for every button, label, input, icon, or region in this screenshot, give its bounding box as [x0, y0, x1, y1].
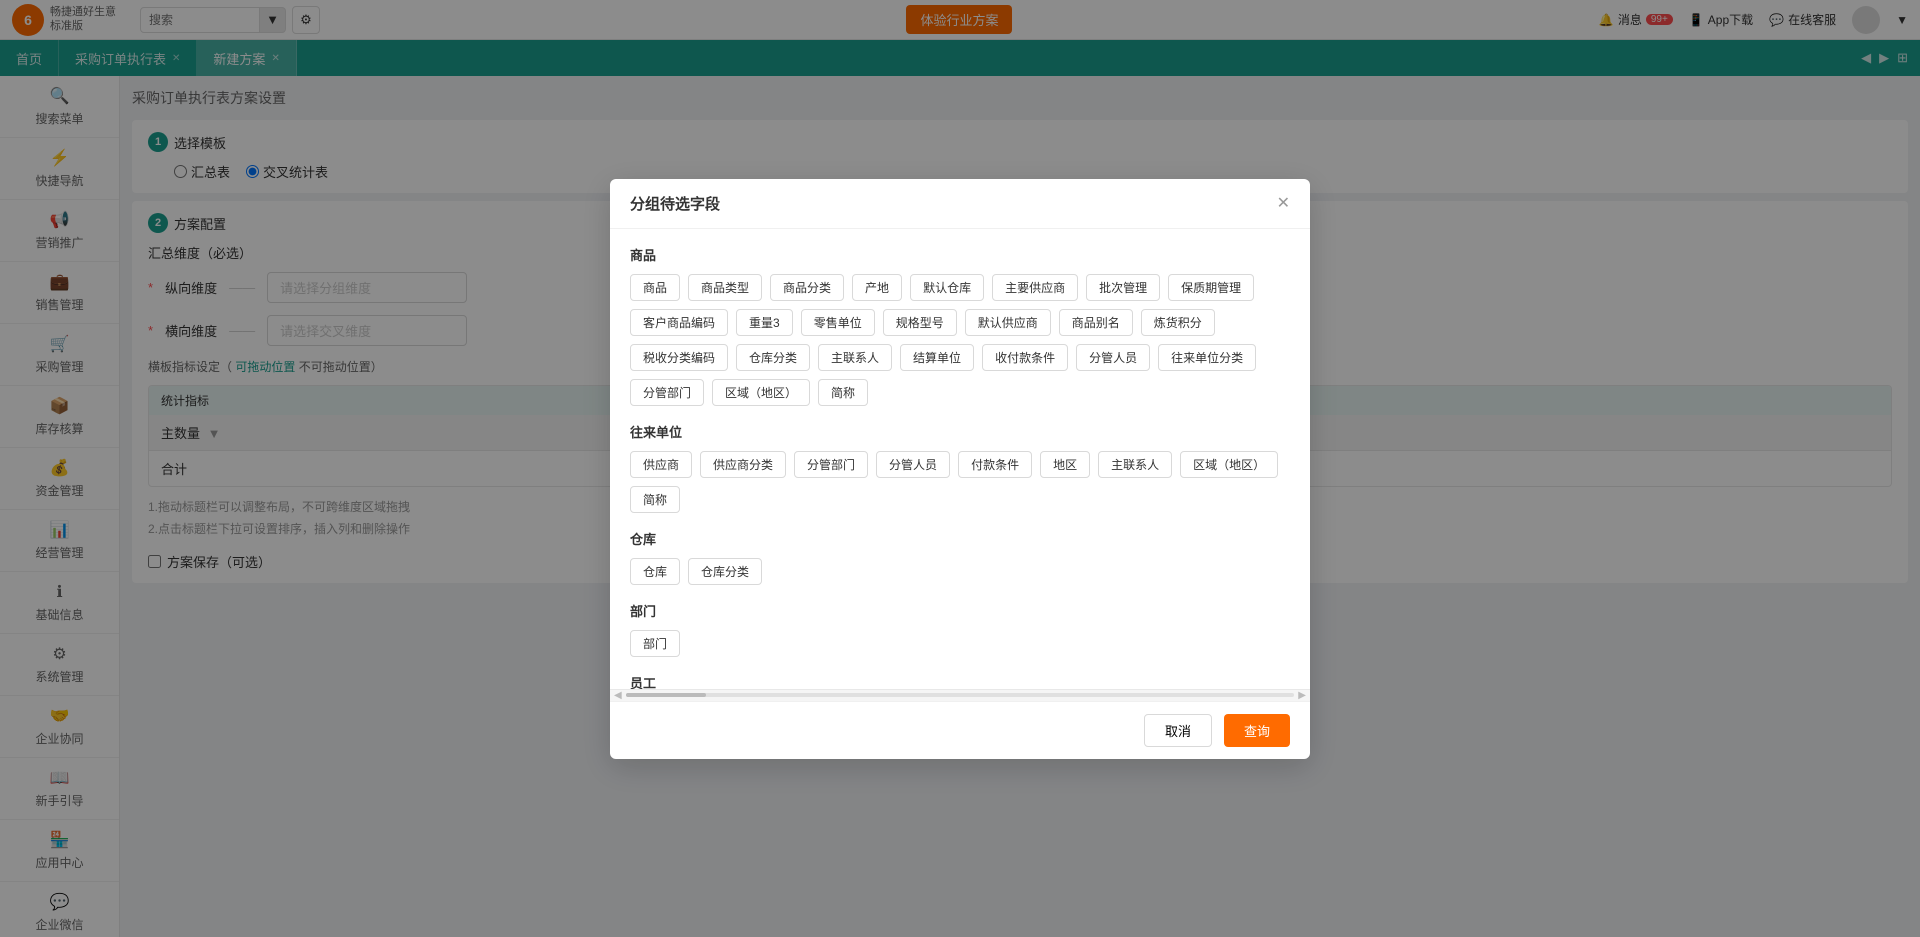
- field-tag[interactable]: 批次管理: [1086, 274, 1160, 301]
- dialog-footer: 取消 查询: [610, 701, 1310, 759]
- dialog-overlay: 分组待选字段 ✕ 商品商品商品类型商品分类产地默认仓库主要供应商批次管理保质期管…: [0, 0, 1920, 937]
- field-tag[interactable]: 供应商分类: [700, 451, 786, 478]
- field-tag[interactable]: 客户商品编码: [630, 309, 728, 336]
- field-tag[interactable]: 默认供应商: [965, 309, 1051, 336]
- field-section-title: 往来单位: [630, 422, 1290, 441]
- field-tag[interactable]: 结算单位: [900, 344, 974, 371]
- field-tag[interactable]: 重量3: [736, 309, 793, 336]
- field-tag[interactable]: 税收分类编码: [630, 344, 728, 371]
- field-tag[interactable]: 分管人员: [1076, 344, 1150, 371]
- field-tag[interactable]: 简称: [818, 379, 868, 406]
- field-tag[interactable]: 零售单位: [801, 309, 875, 336]
- field-tag[interactable]: 产地: [852, 274, 902, 301]
- field-tag[interactable]: 商品分类: [770, 274, 844, 301]
- field-tags: 供应商供应商分类分管部门分管人员付款条件地区主联系人区域（地区） 简称: [630, 451, 1290, 513]
- field-tag[interactable]: 主要供应商: [992, 274, 1078, 301]
- field-tag[interactable]: 商品: [630, 274, 680, 301]
- field-tag[interactable]: 付款条件: [958, 451, 1032, 478]
- field-tag[interactable]: 分管部门: [630, 379, 704, 406]
- field-section-title: 部门: [630, 601, 1290, 620]
- dialog-close-button[interactable]: ✕: [1277, 193, 1290, 213]
- field-tag[interactable]: 仓库分类: [688, 558, 762, 585]
- field-tag[interactable]: 默认仓库: [910, 274, 984, 301]
- dialog-horizontal-scrollbar[interactable]: ◀ ▶: [610, 689, 1310, 701]
- field-tag[interactable]: 仓库: [630, 558, 680, 585]
- field-tag[interactable]: 区域（地区）: [1180, 451, 1278, 478]
- field-tag[interactable]: 商品别名: [1059, 309, 1133, 336]
- field-tag[interactable]: 分管人员: [876, 451, 950, 478]
- field-tag[interactable]: 保质期管理: [1168, 274, 1254, 301]
- field-tags: 仓库仓库分类: [630, 558, 1290, 585]
- field-tag[interactable]: 炼货积分: [1141, 309, 1215, 336]
- field-tag[interactable]: 收付款条件: [982, 344, 1068, 371]
- scrollbar-thumb[interactable]: [626, 693, 706, 697]
- dialog-body: 商品商品商品类型商品分类产地默认仓库主要供应商批次管理保质期管理客户商品编码重量…: [610, 229, 1310, 689]
- confirm-button[interactable]: 查询: [1224, 714, 1290, 747]
- field-section-title: 仓库: [630, 529, 1290, 548]
- dialog-header: 分组待选字段 ✕: [610, 179, 1310, 229]
- field-tags: 商品商品类型商品分类产地默认仓库主要供应商批次管理保质期管理客户商品编码重量3 零…: [630, 274, 1290, 406]
- field-section-员工: 员工业务员: [630, 673, 1290, 689]
- field-tag[interactable]: 地区: [1040, 451, 1090, 478]
- field-tags: 部门: [630, 630, 1290, 657]
- field-section-仓库: 仓库仓库仓库分类: [630, 529, 1290, 585]
- field-section-往来单位: 往来单位供应商供应商分类分管部门分管人员付款条件地区主联系人区域（地区） 简称: [630, 422, 1290, 513]
- field-section-title: 商品: [630, 245, 1290, 264]
- field-section-商品: 商品商品商品类型商品分类产地默认仓库主要供应商批次管理保质期管理客户商品编码重量…: [630, 245, 1290, 406]
- field-tag[interactable]: 主联系人: [818, 344, 892, 371]
- field-tag[interactable]: 分管部门: [794, 451, 868, 478]
- field-tag[interactable]: 部门: [630, 630, 680, 657]
- scrollbar-track: [626, 693, 1295, 697]
- cancel-button[interactable]: 取消: [1144, 714, 1212, 747]
- field-tag[interactable]: 往来单位分类: [1158, 344, 1256, 371]
- field-tag[interactable]: 主联系人: [1098, 451, 1172, 478]
- field-tag[interactable]: 规格型号: [883, 309, 957, 336]
- field-tag[interactable]: 简称: [630, 486, 680, 513]
- field-tag[interactable]: 区域（地区）: [712, 379, 810, 406]
- field-tag[interactable]: 仓库分类: [736, 344, 810, 371]
- field-tag[interactable]: 商品类型: [688, 274, 762, 301]
- field-section-部门: 部门部门: [630, 601, 1290, 657]
- dialog-title: 分组待选字段: [630, 193, 720, 214]
- field-section-title: 员工: [630, 673, 1290, 689]
- dialog: 分组待选字段 ✕ 商品商品商品类型商品分类产地默认仓库主要供应商批次管理保质期管…: [610, 179, 1310, 759]
- field-tag[interactable]: 供应商: [630, 451, 692, 478]
